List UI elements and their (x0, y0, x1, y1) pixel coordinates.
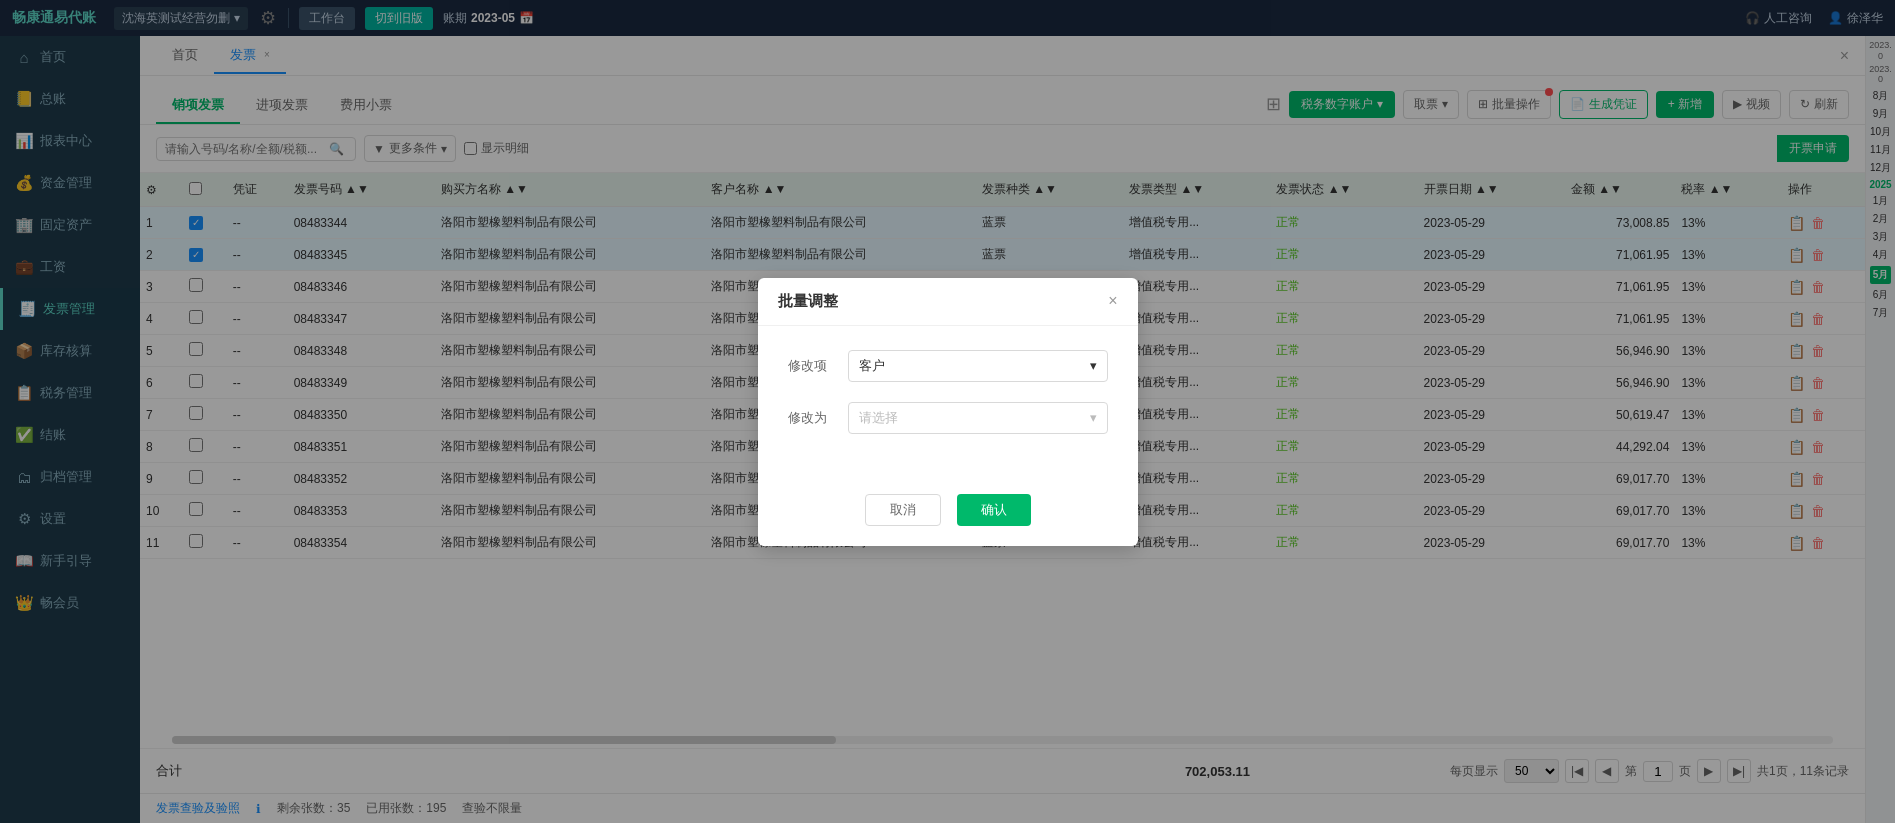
modify-field-value: 客户 (859, 357, 885, 375)
batch-adjust-modal: 批量调整 × 修改项 客户 ▾ 修改为 请选择 ▾ 取消 确认 (758, 278, 1138, 546)
modal-header: 批量调整 × (758, 278, 1138, 326)
modal-close-button[interactable]: × (1108, 292, 1117, 310)
modal-overlay[interactable]: 批量调整 × 修改项 客户 ▾ 修改为 请选择 ▾ 取消 确认 (0, 0, 1895, 823)
modal-title: 批量调整 (778, 292, 838, 311)
modal-cancel-button[interactable]: 取消 (865, 494, 941, 526)
modal-confirm-button[interactable]: 确认 (957, 494, 1031, 526)
modify-field-label: 修改项 (788, 357, 848, 375)
modify-field-row: 修改项 客户 ▾ (788, 350, 1108, 382)
modify-field-chevron-icon: ▾ (1090, 358, 1097, 373)
modify-value-label: 修改为 (788, 409, 848, 427)
modify-value-select[interactable]: 请选择 ▾ (848, 402, 1108, 434)
modal-body: 修改项 客户 ▾ 修改为 请选择 ▾ (758, 326, 1138, 478)
modal-footer: 取消 确认 (758, 478, 1138, 546)
modify-field-select[interactable]: 客户 ▾ (848, 350, 1108, 382)
modify-value-chevron-icon: ▾ (1090, 410, 1097, 425)
modify-value-placeholder: 请选择 (859, 409, 898, 427)
modify-value-row: 修改为 请选择 ▾ (788, 402, 1108, 434)
